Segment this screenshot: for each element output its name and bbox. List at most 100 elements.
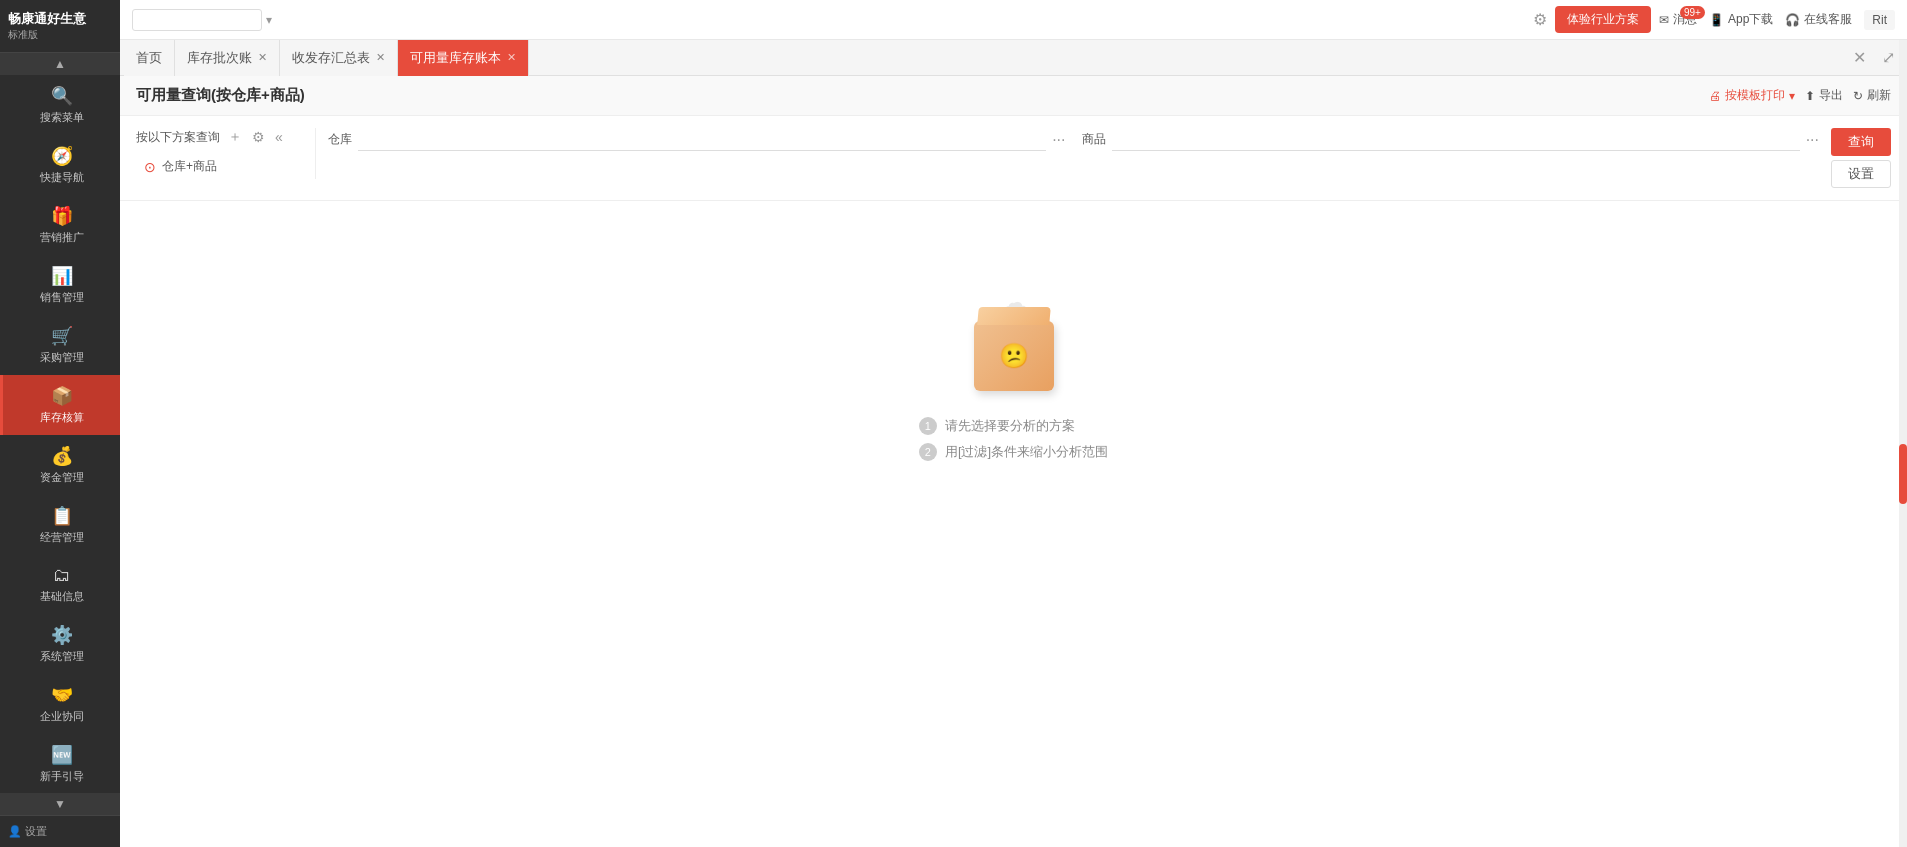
filter-actions: 查询 设置 bbox=[1831, 128, 1891, 188]
settings-icon: 👤 bbox=[8, 825, 22, 838]
tabs-bar: 首页库存批次账✕收发存汇总表✕可用量库存账本✕✕⤢ bbox=[120, 40, 1907, 76]
app-download-button[interactable]: 📱 App下载 bbox=[1709, 11, 1773, 28]
export-button[interactable]: ⬆ 导出 bbox=[1805, 87, 1843, 104]
product-input[interactable] bbox=[1112, 128, 1800, 151]
warehouse-more-button[interactable]: ··· bbox=[1052, 131, 1065, 149]
sidebar-item-sales[interactable]: 📊 销售管理 bbox=[0, 255, 120, 315]
print-icon: 🖨 bbox=[1709, 89, 1721, 103]
tab-receipt-summary[interactable]: 收发存汇总表 ✕ bbox=[280, 40, 398, 76]
edit-scheme-button[interactable]: ⚙ bbox=[250, 129, 267, 145]
chevron-down-icon[interactable]: ▾ bbox=[266, 13, 272, 27]
empty-illustration: ☁ bbox=[954, 281, 1074, 401]
enterprise-label: 企业协同 bbox=[40, 709, 84, 724]
tab-home[interactable]: 首页 bbox=[124, 40, 175, 76]
refresh-icon: ↻ bbox=[1853, 89, 1863, 103]
product-label: 商品 bbox=[1082, 131, 1106, 148]
enterprise-icon: 🤝 bbox=[51, 684, 73, 706]
sidebar-item-finance[interactable]: 💰 资金管理 bbox=[0, 435, 120, 495]
tab-label-receipt-summary: 收发存汇总表 bbox=[292, 49, 370, 67]
logo-title: 畅康通好生意 bbox=[8, 10, 112, 28]
sidebar-item-search[interactable]: 🔍 搜索菜单 bbox=[0, 75, 120, 135]
scheme-item-warehouse-product[interactable]: ⊙ 仓库+商品 bbox=[136, 154, 303, 179]
user-menu-button[interactable]: Rit bbox=[1864, 10, 1895, 30]
message-button[interactable]: ✉ 消息 99+ bbox=[1659, 11, 1697, 28]
sidebar: 畅康通好生意 标准版 ▲ 🔍 搜索菜单 🧭 快捷导航 🎁 营销推广 📊 销售管理… bbox=[0, 0, 120, 847]
product-field: 商品 ··· bbox=[1082, 128, 1820, 151]
add-scheme-button[interactable]: ＋ bbox=[226, 128, 244, 146]
refresh-label: 刷新 bbox=[1867, 87, 1891, 104]
quick-nav-label: 快捷导航 bbox=[40, 170, 84, 185]
topbar-breadcrumb: ▾ bbox=[132, 9, 1525, 31]
sidebar-scroll-down[interactable]: ▼ bbox=[0, 793, 120, 815]
filter-right: 仓库 ··· 商品 ··· bbox=[328, 128, 1819, 151]
filter-scheme-label: 按以下方案查询 bbox=[136, 129, 220, 146]
collapse-scheme-button[interactable]: « bbox=[273, 129, 285, 145]
sidebar-bottom[interactable]: 👤 设置 bbox=[0, 815, 120, 847]
scrollbar-thumb[interactable] bbox=[1899, 444, 1907, 504]
basic-icon: 🗂 bbox=[53, 565, 71, 586]
search-label: 搜索菜单 bbox=[40, 110, 84, 125]
finance-icon: 💰 bbox=[51, 445, 73, 467]
tab-close-batch-account[interactable]: ✕ bbox=[258, 51, 267, 64]
online-service-button[interactable]: 🎧 在线客服 bbox=[1785, 11, 1852, 28]
service-label: 在线客服 bbox=[1804, 11, 1852, 28]
warehouse-field: 仓库 ··· bbox=[328, 128, 1066, 151]
app-label: App下载 bbox=[1728, 11, 1773, 28]
sidebar-logo: 畅康通好生意 标准版 bbox=[0, 0, 120, 53]
empty-state: ☁ 1 请先选择要分析的方案 2 用[过滤]条件来缩小分析范围 bbox=[120, 201, 1907, 541]
export-label: 导出 bbox=[1819, 87, 1843, 104]
sidebar-item-newbie[interactable]: 🆕 新手引导 bbox=[0, 734, 120, 793]
page-title: 可用量查询(按仓库+商品) bbox=[136, 86, 305, 105]
sidebar-item-quick-nav[interactable]: 🧭 快捷导航 bbox=[0, 135, 120, 195]
content-area: 可用量查询(按仓库+商品) 🖨 按模板打印 ▾ ⬆ 导出 ↻ 刷新 bbox=[120, 76, 1907, 847]
settings-button[interactable]: 设置 bbox=[1831, 160, 1891, 188]
purchase-icon: 🛒 bbox=[51, 325, 73, 347]
newbie-label: 新手引导 bbox=[40, 769, 84, 784]
sidebar-scroll-up[interactable]: ▲ bbox=[0, 53, 120, 75]
tip-text-2: 用[过滤]条件来缩小分析范围 bbox=[945, 443, 1108, 461]
sidebar-item-enterprise[interactable]: 🤝 企业协同 bbox=[0, 674, 120, 734]
tab-label-home: 首页 bbox=[136, 49, 162, 67]
filter-left: 按以下方案查询 ＋ ⚙ « ⊙ 仓库+商品 bbox=[136, 128, 316, 179]
logo-sub: 标准版 bbox=[8, 28, 112, 42]
template-print-button[interactable]: 🖨 按模板打印 ▾ bbox=[1709, 87, 1795, 104]
filter-panel: 按以下方案查询 ＋ ⚙ « ⊙ 仓库+商品 仓库 ··· bbox=[120, 116, 1907, 201]
tab-label-batch-account: 库存批次账 bbox=[187, 49, 252, 67]
query-button[interactable]: 查询 bbox=[1831, 128, 1891, 156]
marketing-label: 营销推广 bbox=[40, 230, 84, 245]
sales-icon: 📊 bbox=[51, 265, 73, 287]
sidebar-item-inventory[interactable]: 📦 库存核算 bbox=[0, 375, 120, 435]
basic-label: 基础信息 bbox=[40, 589, 84, 604]
sidebar-item-system[interactable]: ⚙️ 系统管理 bbox=[0, 614, 120, 674]
tab-close-available-ledger[interactable]: ✕ bbox=[507, 51, 516, 64]
inventory-label: 库存核算 bbox=[40, 410, 84, 425]
tip-number-2: 2 bbox=[919, 443, 937, 461]
sidebar-item-operation[interactable]: 📋 经营管理 bbox=[0, 495, 120, 555]
warehouse-input[interactable] bbox=[358, 128, 1046, 151]
scheme-icon: ⊙ bbox=[144, 159, 156, 175]
newbie-icon: 🆕 bbox=[51, 744, 73, 766]
tip-number-1: 1 bbox=[919, 417, 937, 435]
product-more-button[interactable]: ··· bbox=[1806, 131, 1819, 149]
system-icon: ⚙️ bbox=[51, 624, 73, 646]
scheme-label: 仓库+商品 bbox=[162, 158, 217, 175]
tab-close-receipt-summary[interactable]: ✕ bbox=[376, 51, 385, 64]
industry-solution-button[interactable]: 体验行业方案 bbox=[1555, 6, 1651, 33]
tabs-close-all-button[interactable]: ✕ bbox=[1845, 48, 1874, 67]
empty-tip-2: 2 用[过滤]条件来缩小分析范围 bbox=[919, 443, 1108, 461]
gear-icon[interactable]: ⚙ bbox=[1533, 10, 1547, 29]
right-scrollbar[interactable] bbox=[1899, 40, 1907, 847]
sidebar-item-basic[interactable]: 🗂 基础信息 bbox=[0, 555, 120, 614]
search-input[interactable] bbox=[132, 9, 262, 31]
sidebar-item-purchase[interactable]: 🛒 采购管理 bbox=[0, 315, 120, 375]
warehouse-label: 仓库 bbox=[328, 131, 352, 148]
search-icon: 🔍 bbox=[51, 85, 73, 107]
tab-available-ledger[interactable]: 可用量库存账本✕ bbox=[398, 40, 529, 76]
service-icon: 🎧 bbox=[1785, 13, 1800, 27]
sidebar-item-marketing[interactable]: 🎁 营销推广 bbox=[0, 195, 120, 255]
message-badge: 99+ bbox=[1680, 6, 1705, 19]
tab-batch-account[interactable]: 库存批次账 ✕ bbox=[175, 40, 280, 76]
filter-scheme-title: 按以下方案查询 ＋ ⚙ « bbox=[136, 128, 303, 146]
refresh-button[interactable]: ↻ 刷新 bbox=[1853, 87, 1891, 104]
empty-tips: 1 请先选择要分析的方案 2 用[过滤]条件来缩小分析范围 bbox=[919, 417, 1108, 461]
